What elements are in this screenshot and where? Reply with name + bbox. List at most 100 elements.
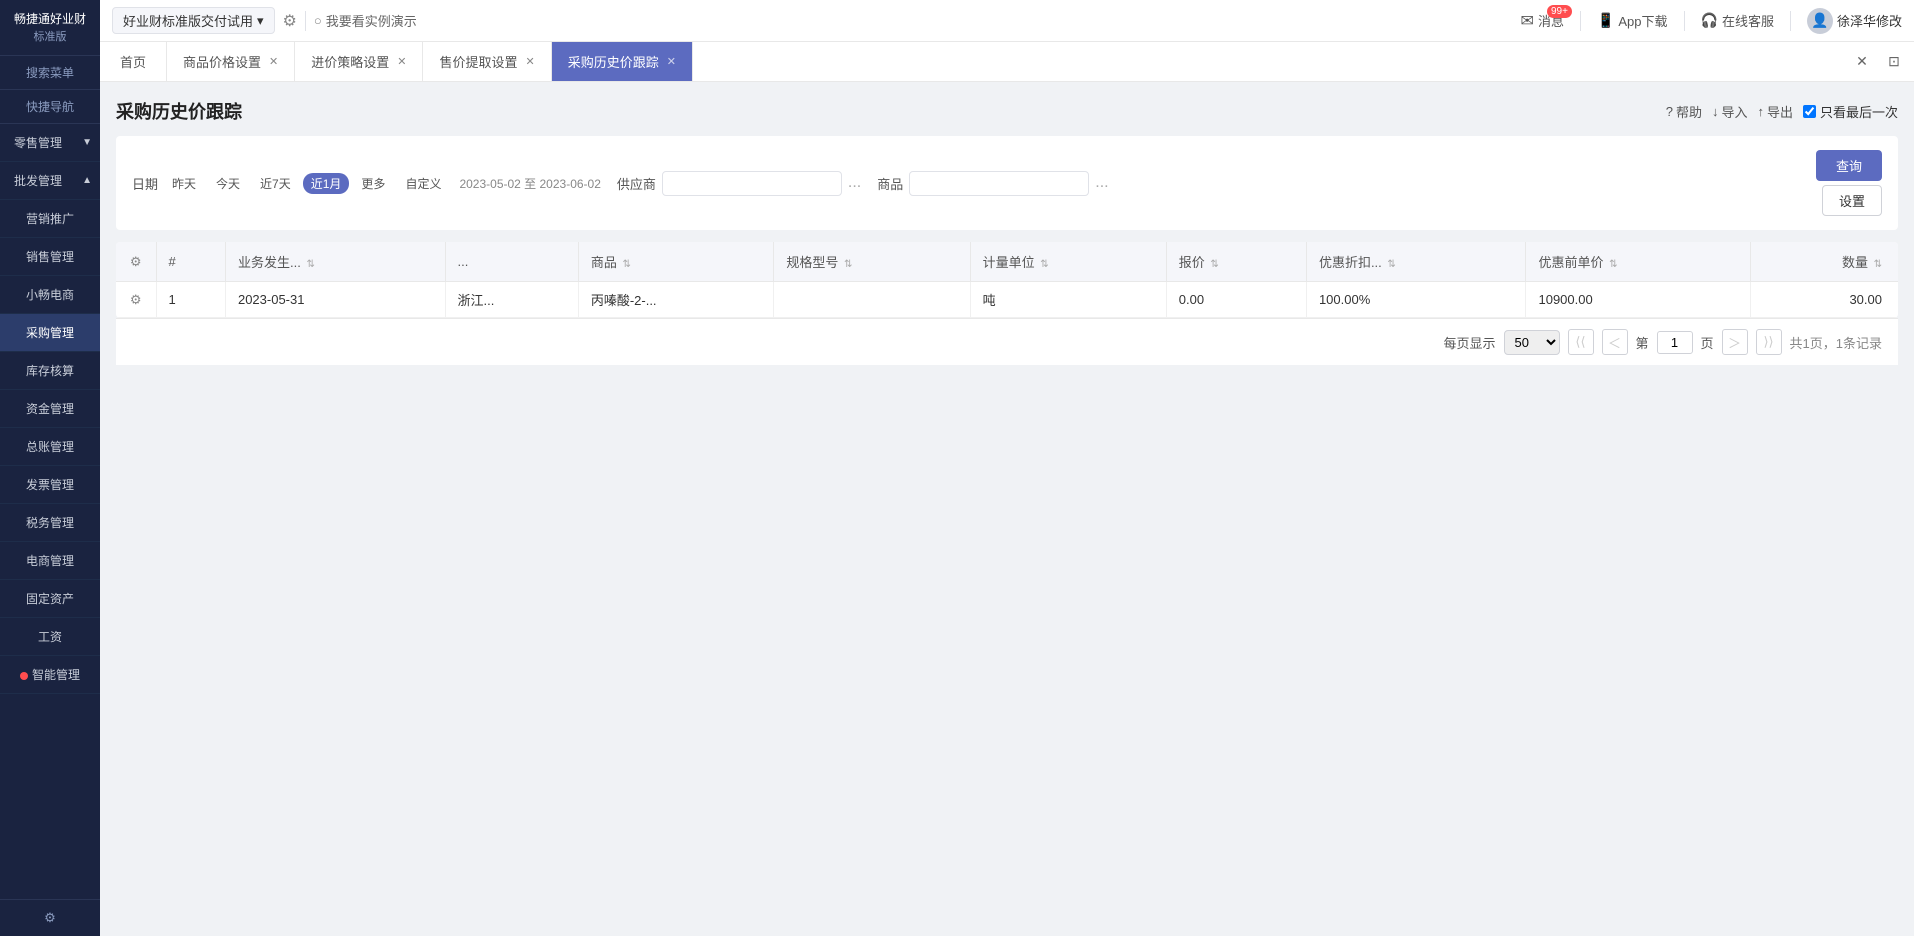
sales-label: 销售管理 — [26, 250, 74, 264]
sidebar-item-general-ledger[interactable]: 总账管理 — [0, 428, 100, 466]
page-label: 第 — [1636, 333, 1649, 352]
col-date[interactable]: 业务发生... ⇅ — [225, 242, 445, 282]
only-last-checkbox[interactable] — [1803, 105, 1816, 118]
settings-btn[interactable]: ⚙ — [283, 11, 297, 31]
sidebar-item-finance[interactable]: 资金管理 — [0, 390, 100, 428]
tab-purchase-strategy[interactable]: 进价策略设置 ✕ — [295, 42, 423, 82]
sidebar-item-salary[interactable]: 工资 — [0, 618, 100, 656]
sidebar-item-tax[interactable]: 税务管理 — [0, 504, 100, 542]
date-opt-last7[interactable]: 近7天 — [252, 173, 299, 194]
goods-input[interactable] — [909, 171, 1089, 196]
app-download-label: App下载 — [1618, 11, 1667, 30]
ecommerce-label: 电商管理 — [26, 554, 74, 568]
tab-history-price[interactable]: 采购历史价跟踪 ✕ — [552, 42, 693, 82]
col-orig-price[interactable]: 优惠前单价 ⇅ — [1526, 242, 1750, 282]
retail-arrow: ▼ — [82, 137, 92, 148]
retail-label: 零售管理 — [14, 134, 62, 151]
sidebar-search[interactable]: 搜索菜单 — [0, 56, 100, 90]
user-name: 徐泽华修改 — [1837, 11, 1902, 30]
prev-page-btn[interactable]: ＜ — [1602, 329, 1628, 355]
row-supplier: 浙江... — [445, 282, 578, 318]
row-unit: 吨 — [970, 282, 1166, 318]
filter-settings-btn[interactable]: 设置 — [1822, 185, 1882, 216]
only-last-checkbox-group[interactable]: 只看最后一次 — [1803, 102, 1898, 121]
tab-price-close[interactable]: ✕ — [269, 55, 278, 68]
row-price: 0.00 — [1166, 282, 1306, 318]
query-btn[interactable]: 查询 — [1816, 150, 1882, 181]
sidebar-item-ecommerce-small[interactable]: 小畅电商 — [0, 276, 100, 314]
col-goods[interactable]: 商品 ⇅ — [578, 242, 774, 282]
sidebar-item-smart[interactable]: 智能管理 — [0, 656, 100, 694]
date-opt-yesterday[interactable]: 昨天 — [164, 173, 204, 194]
page-suffix: 页 — [1701, 333, 1714, 352]
tab-sale-price[interactable]: 售价提取设置 ✕ — [423, 42, 551, 82]
demo-label: 我要看实例演示 — [326, 11, 417, 30]
table-container: ⚙ # 业务发生... ⇅ ... 商品 ⇅ — [116, 242, 1898, 318]
general-ledger-label: 总账管理 — [26, 440, 74, 454]
tab-home-label: 首页 — [120, 52, 146, 71]
col-price[interactable]: 报价 ⇅ — [1166, 242, 1306, 282]
sidebar-item-retail[interactable]: 零售管理 ▼ — [0, 124, 100, 162]
page-input[interactable] — [1657, 331, 1693, 354]
messages-btn[interactable]: ✉ 消息 99+ — [1521, 11, 1564, 31]
tab-maximize-btn[interactable]: ⊡ — [1878, 46, 1910, 78]
sidebar-item-purchase[interactable]: 采购管理 — [0, 314, 100, 352]
help-btn[interactable]: ? 帮助 — [1666, 102, 1702, 121]
sidebar-item-marketing[interactable]: 营销推广 — [0, 200, 100, 238]
first-page-btn[interactable]: ⟨⟨ — [1568, 329, 1594, 355]
next-page-btn[interactable]: ＞ — [1722, 329, 1748, 355]
col-discount[interactable]: 优惠折扣... ⇅ — [1306, 242, 1526, 282]
date-opt-custom[interactable]: 自定义 — [397, 173, 449, 194]
goods-dots[interactable]: ... — [1095, 174, 1108, 192]
sidebar-item-ecommerce[interactable]: 电商管理 — [0, 542, 100, 580]
tab-purchase-strategy-close[interactable]: ✕ — [397, 55, 406, 68]
tab-price[interactable]: 商品价格设置 ✕ — [167, 42, 295, 82]
last-page-btn[interactable]: ⟩⟩ — [1756, 329, 1782, 355]
date-range: 2023-05-02 至 2023-06-02 — [459, 175, 600, 192]
sort-arrows-price: ⇅ — [1210, 259, 1218, 270]
date-opt-today[interactable]: 今天 — [208, 173, 248, 194]
sidebar-item-wholesale[interactable]: 批发管理 ▲ — [0, 162, 100, 200]
main-area: 好业财标准版交付试用 ▾ ⚙ ○ 我要看实例演示 ✉ 消息 99+ 📱 App下… — [100, 0, 1914, 936]
per-page-select[interactable]: 50 20 100 200 — [1504, 330, 1560, 355]
help-label: 帮助 — [1676, 102, 1702, 121]
col-gear[interactable]: ⚙ — [116, 242, 156, 282]
col-unit[interactable]: 计量单位 ⇅ — [970, 242, 1166, 282]
sidebar-item-invoice[interactable]: 发票管理 — [0, 466, 100, 504]
date-opt-last1m[interactable]: 近1月 — [303, 173, 350, 194]
tab-sale-price-label: 售价提取设置 — [439, 52, 517, 71]
tab-close-btn[interactable]: ✕ — [1846, 46, 1878, 78]
online-service-btn[interactable]: 🎧 在线客服 — [1701, 11, 1774, 30]
col-spec[interactable]: 规格型号 ⇅ — [774, 242, 970, 282]
version-selector[interactable]: 好业财标准版交付试用 ▾ — [112, 7, 275, 34]
data-table: ⚙ # 业务发生... ⇅ ... 商品 ⇅ — [116, 242, 1898, 318]
user-info[interactable]: 👤 徐泽华修改 — [1807, 8, 1902, 34]
page-title: 采购历史价跟踪 — [116, 98, 242, 124]
export-icon: ↑ — [1757, 104, 1764, 119]
export-btn[interactable]: ↑ 导出 — [1757, 102, 1793, 121]
import-btn[interactable]: ↓ 导入 — [1712, 102, 1748, 121]
date-opt-more[interactable]: 更多 — [353, 173, 393, 194]
row-gear[interactable]: ⚙ — [116, 282, 156, 318]
sidebar-item-sales[interactable]: 销售管理 — [0, 238, 100, 276]
sidebar-quick-nav[interactable]: 快捷导航 — [0, 90, 100, 124]
query-actions: 查询 设置 — [1816, 150, 1882, 216]
supplier-input[interactable] — [662, 171, 842, 196]
sidebar-item-fixed-assets[interactable]: 固定资产 — [0, 580, 100, 618]
row-date: 2023-05-31 — [225, 282, 445, 318]
only-last-label: 只看最后一次 — [1820, 102, 1898, 121]
page-header: 采购历史价跟踪 ? 帮助 ↓ 导入 ↑ 导出 只看最后一次 — [116, 98, 1898, 124]
supplier-dots[interactable]: ... — [848, 174, 861, 192]
sidebar-settings-btn[interactable]: ⚙ — [0, 899, 100, 936]
tab-history-price-close[interactable]: ✕ — [667, 55, 676, 68]
sort-arrows-goods: ⇅ — [622, 259, 630, 270]
demo-link[interactable]: ○ 我要看实例演示 — [314, 11, 417, 30]
col-spec-label: 规格型号 — [786, 255, 838, 270]
tab-sale-price-close[interactable]: ✕ — [526, 55, 535, 68]
app-download-btn[interactable]: 📱 App下载 — [1597, 11, 1668, 30]
goods-label: 商品 — [877, 174, 903, 193]
col-quantity[interactable]: 数量 ⇅ — [1750, 242, 1898, 282]
tab-home[interactable]: 首页 — [100, 42, 167, 82]
col-more[interactable]: ... — [445, 242, 578, 282]
sidebar-item-inventory[interactable]: 库存核算 — [0, 352, 100, 390]
